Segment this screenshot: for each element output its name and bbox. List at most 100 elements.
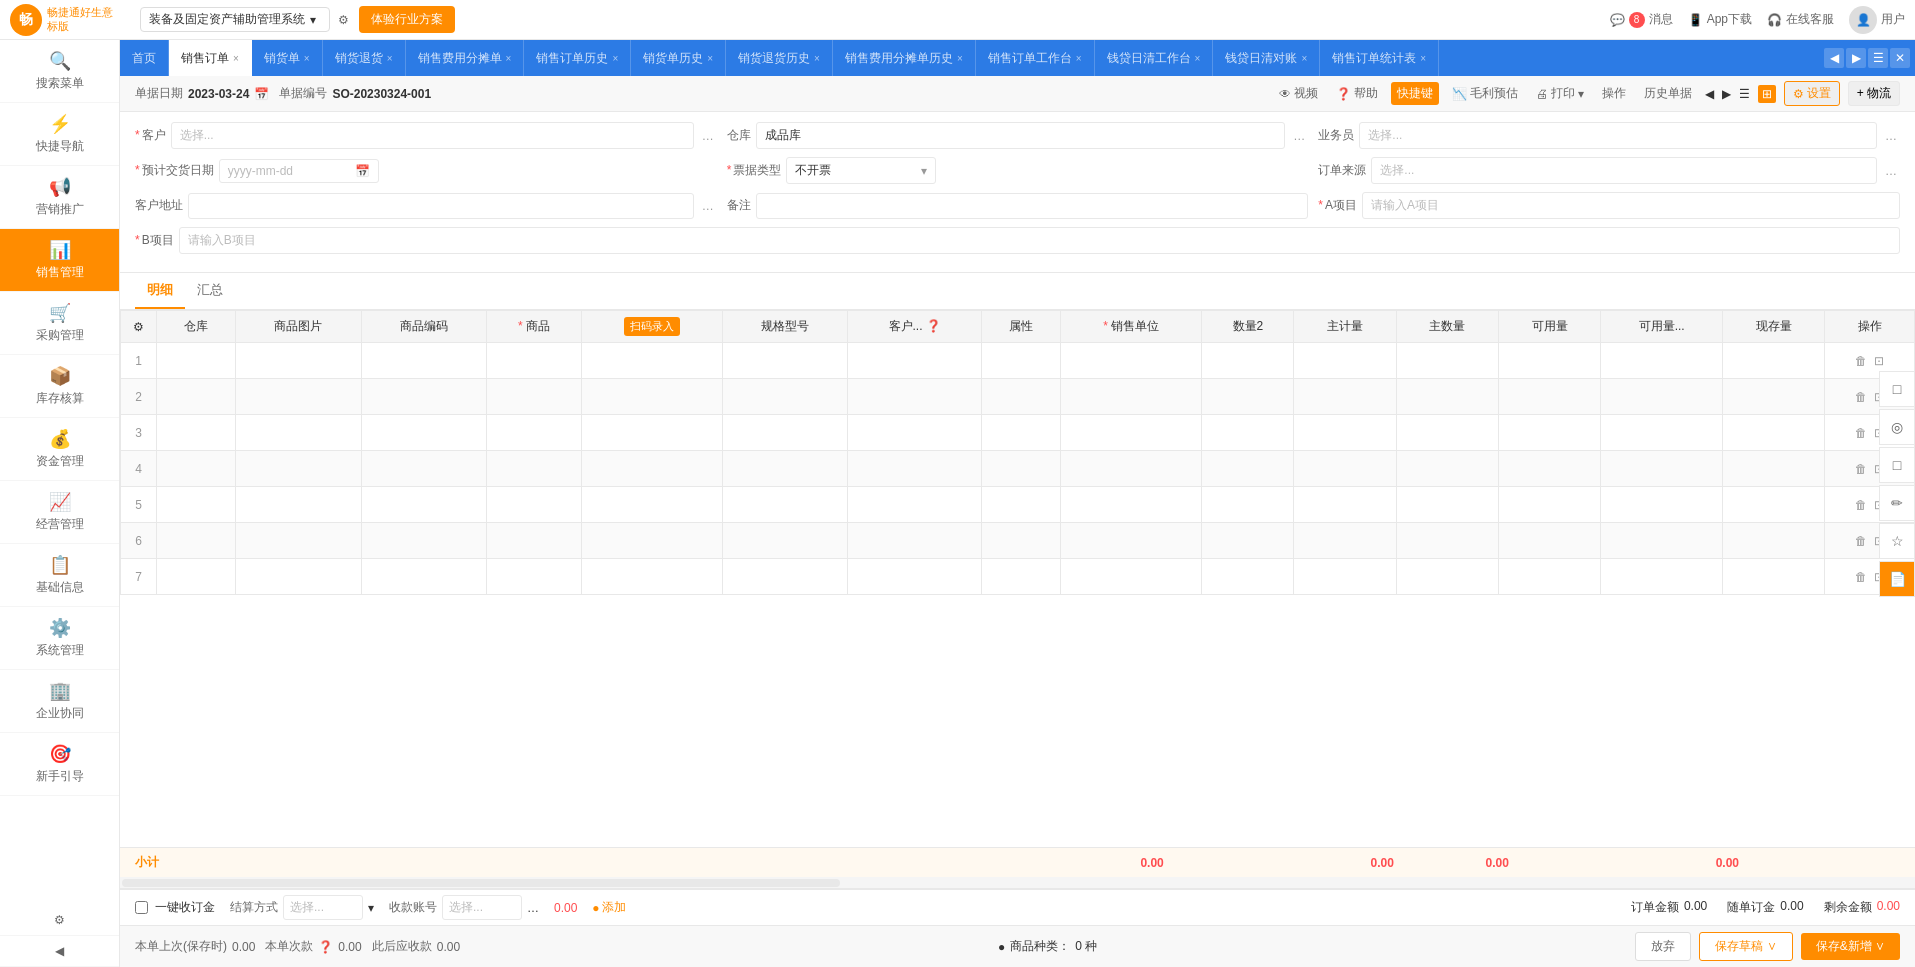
row-main-qty[interactable] xyxy=(1396,487,1498,523)
notification-item[interactable]: 💬 8 消息 xyxy=(1610,11,1673,28)
row-product-code[interactable] xyxy=(361,379,487,415)
row-qty2[interactable] xyxy=(1202,451,1294,487)
sidebar-item-guide[interactable]: 🎯 新手引导 xyxy=(0,733,119,796)
row-product-code[interactable] xyxy=(361,487,487,523)
row-product-image[interactable] xyxy=(236,343,362,379)
row-warehouse[interactable] xyxy=(157,451,236,487)
close-icon[interactable]: × xyxy=(957,53,963,64)
row-product-code[interactable] xyxy=(361,451,487,487)
row-qty2[interactable] xyxy=(1202,523,1294,559)
settings-icon[interactable]: ⚙ xyxy=(338,13,349,27)
shortcuts-btn[interactable]: 快捷键 xyxy=(1391,82,1439,105)
sidebar-item-basic[interactable]: 📋 基础信息 xyxy=(0,544,119,607)
row-customer-code[interactable] xyxy=(848,451,982,487)
row-current-stock[interactable] xyxy=(1723,451,1825,487)
invoice-type-select[interactable]: 不开票 ▾ xyxy=(786,157,936,184)
tab-daily-clear[interactable]: 钱贷日清工作台 × xyxy=(1095,40,1214,76)
close-icon[interactable]: × xyxy=(1420,53,1426,64)
row-product-image[interactable] xyxy=(236,523,362,559)
float-btn-3[interactable]: □ xyxy=(1879,447,1915,483)
row-available-qty2[interactable] xyxy=(1601,343,1723,379)
row-qty2[interactable] xyxy=(1202,487,1294,523)
sidebar-item-operations[interactable]: 📈 经营管理 xyxy=(0,481,119,544)
row-sales-unit[interactable] xyxy=(1061,343,1202,379)
sidebar-item-enterprise[interactable]: 🏢 企业协同 xyxy=(0,670,119,733)
tab-return-goods[interactable]: 销货退货 × xyxy=(323,40,406,76)
tab-home[interactable]: 首页 xyxy=(120,40,169,76)
row-product[interactable] xyxy=(487,343,582,379)
profit-btn[interactable]: 📉 毛利预估 xyxy=(1447,83,1523,104)
b-project-input[interactable]: 请输入B项目 xyxy=(179,227,1900,254)
auto-settle-check[interactable] xyxy=(135,901,148,914)
copy-icon[interactable]: ⊡ xyxy=(1874,354,1884,368)
discard-button[interactable]: 放弃 xyxy=(1635,932,1691,961)
row-product-image[interactable] xyxy=(236,559,362,595)
row-main-unit[interactable] xyxy=(1294,451,1396,487)
row-main-unit[interactable] xyxy=(1294,559,1396,595)
row-main-unit[interactable] xyxy=(1294,487,1396,523)
row-sales-unit[interactable] xyxy=(1061,487,1202,523)
row-current-stock[interactable] xyxy=(1723,343,1825,379)
row-sales-unit[interactable] xyxy=(1061,451,1202,487)
tab-order-history[interactable]: 销售订单历史 × xyxy=(524,40,631,76)
delivery-date-input[interactable]: yyyy-mm-dd 📅 xyxy=(219,159,379,183)
history-btn[interactable]: 历史单据 xyxy=(1639,83,1697,104)
delete-icon[interactable]: 🗑 xyxy=(1855,354,1867,368)
close-icon[interactable]: × xyxy=(387,53,393,64)
row-customer-code[interactable] xyxy=(848,523,982,559)
row-product-code[interactable] xyxy=(361,523,487,559)
row-attributes[interactable] xyxy=(982,379,1061,415)
tab-list-button[interactable]: ☰ xyxy=(1868,48,1888,68)
industry-button[interactable]: 体验行业方案 xyxy=(359,6,455,33)
row-qty2[interactable] xyxy=(1202,379,1294,415)
sidebar-item-marketing[interactable]: 📢 营销推广 xyxy=(0,166,119,229)
tab-return-goods-history[interactable]: 销货退货历史 × xyxy=(726,40,833,76)
row-product[interactable] xyxy=(487,415,582,451)
warehouse-dots[interactable]: … xyxy=(1290,129,1308,143)
row-warehouse[interactable] xyxy=(157,379,236,415)
tab-return-history[interactable]: 销货单历史 × xyxy=(631,40,726,76)
order-source-dots[interactable]: … xyxy=(1882,164,1900,178)
warehouse-input[interactable]: 成品库 xyxy=(756,122,1286,149)
tab-sales-summary[interactable]: 销售订单统计表 × xyxy=(1320,40,1439,76)
row-product-image[interactable] xyxy=(236,415,362,451)
row-warehouse[interactable] xyxy=(157,487,236,523)
staff-dots[interactable]: … xyxy=(1882,129,1900,143)
row-product-code[interactable] xyxy=(361,343,487,379)
tab-close-all-button[interactable]: ✕ xyxy=(1890,48,1910,68)
row-main-qty[interactable] xyxy=(1396,343,1498,379)
float-btn-6[interactable]: 📄 xyxy=(1879,561,1915,597)
a-project-input[interactable]: 请输入A项目 xyxy=(1362,192,1900,219)
row-product-code[interactable] xyxy=(361,559,487,595)
th-settings[interactable]: ⚙ xyxy=(121,311,157,343)
row-sales-unit[interactable] xyxy=(1061,523,1202,559)
delete-icon[interactable]: 🗑 xyxy=(1855,462,1867,476)
row-sales-unit[interactable] xyxy=(1061,379,1202,415)
tab-fee-split-history[interactable]: 销售费用分摊单历史 × xyxy=(833,40,976,76)
row-available-qty[interactable] xyxy=(1499,487,1601,523)
row-warehouse[interactable] xyxy=(157,559,236,595)
row-spec[interactable] xyxy=(722,343,848,379)
remarks-input[interactable] xyxy=(756,193,1309,219)
row-current-stock[interactable] xyxy=(1723,487,1825,523)
page-nav-next[interactable]: ▶ xyxy=(1722,87,1731,101)
row-available-qty2[interactable] xyxy=(1601,415,1723,451)
sidebar-item-inventory[interactable]: 📦 库存核算 xyxy=(0,355,119,418)
grid-view-icon[interactable]: ⊞ xyxy=(1758,85,1776,103)
row-main-qty[interactable] xyxy=(1396,523,1498,559)
row-product-image[interactable] xyxy=(236,451,362,487)
float-btn-5[interactable]: ☆ xyxy=(1879,523,1915,559)
close-icon[interactable]: × xyxy=(612,53,618,64)
row-spec[interactable] xyxy=(722,523,848,559)
scroll-bar-area[interactable] xyxy=(120,877,1915,889)
row-spec[interactable] xyxy=(722,451,848,487)
row-spec[interactable] xyxy=(722,379,848,415)
row-spec[interactable] xyxy=(722,487,848,523)
row-available-qty[interactable] xyxy=(1499,523,1601,559)
scroll-bar[interactable] xyxy=(122,879,840,887)
row-attributes[interactable] xyxy=(982,415,1061,451)
close-icon[interactable]: × xyxy=(707,53,713,64)
row-available-qty2[interactable] xyxy=(1601,487,1723,523)
row-current-stock[interactable] xyxy=(1723,559,1825,595)
add-button[interactable]: ● 添加 xyxy=(592,899,625,916)
